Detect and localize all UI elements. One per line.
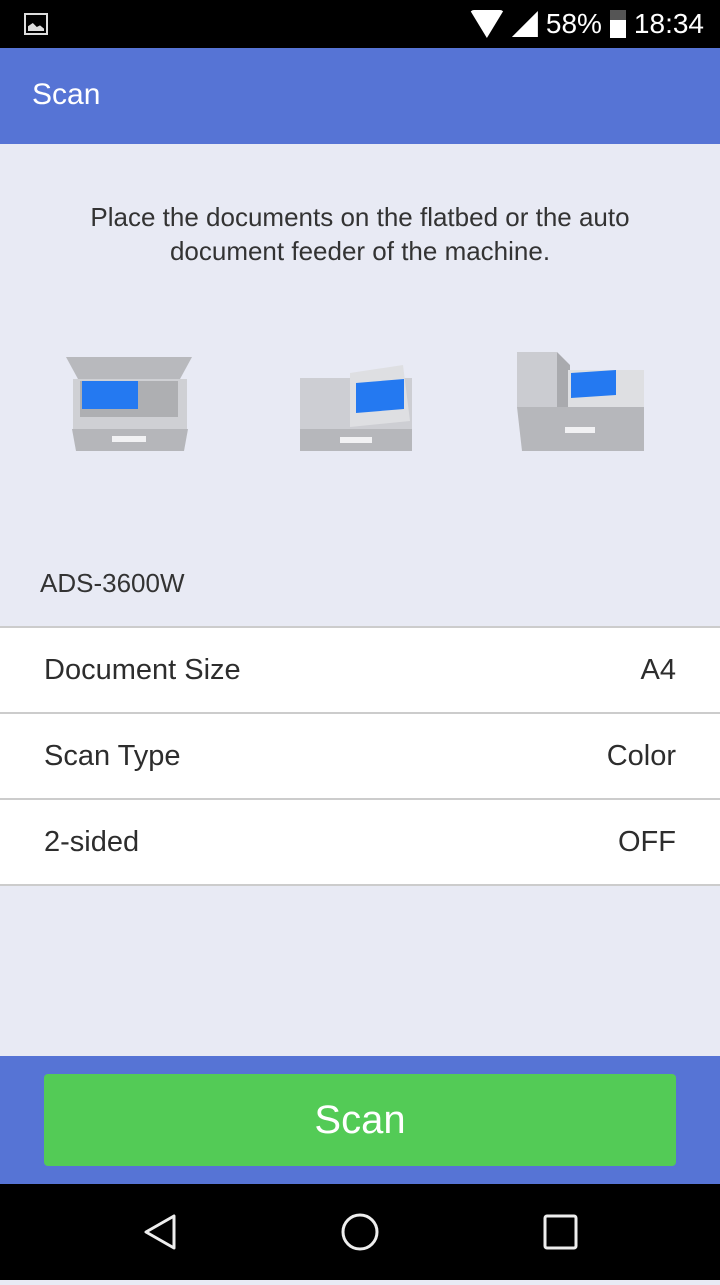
setting-label: Document Size [44,653,241,686]
system-nav-bar [0,1184,720,1280]
device-model: ADS-3600W [40,568,185,598]
desk-scanner-icon [517,352,644,451]
recents-icon[interactable] [543,1214,578,1250]
setting-value: A4 [640,653,676,686]
setting-value: Color [606,739,676,772]
status-bar: 58% 18:34 [0,0,720,48]
setting-document-size[interactable]: Document Size A4 [0,628,720,714]
gallery-notification-icon [24,13,48,35]
setting-label: 2-sided [44,825,140,858]
battery-icon [609,10,626,38]
back-icon[interactable] [144,1214,176,1250]
settings-list: Document Size A4 Scan Type Color 2-sided… [0,626,720,886]
clock: 18:34 [633,8,704,39]
instructions-text: Place the documents on the flatbed or th… [90,202,630,266]
scan-button[interactable]: Scan [44,1074,676,1166]
app-bar: Scan [0,48,720,144]
cell-signal-icon [511,11,538,37]
page-title: Scan [32,78,101,111]
bottom-action-bar: Scan [0,1056,720,1184]
adf-scanner-icon [300,365,412,451]
home-icon[interactable] [341,1213,379,1251]
setting-label: Scan Type [44,739,181,772]
flatbed-scanner-icon [66,357,192,451]
scanner-illustrations [66,352,644,451]
setting-scan-type[interactable]: Scan Type Color [0,714,720,800]
setting-2-sided[interactable]: 2-sided OFF [0,800,720,886]
wifi-icon [469,10,504,38]
battery-percent: 58% [545,8,602,39]
setting-value: OFF [618,825,676,858]
